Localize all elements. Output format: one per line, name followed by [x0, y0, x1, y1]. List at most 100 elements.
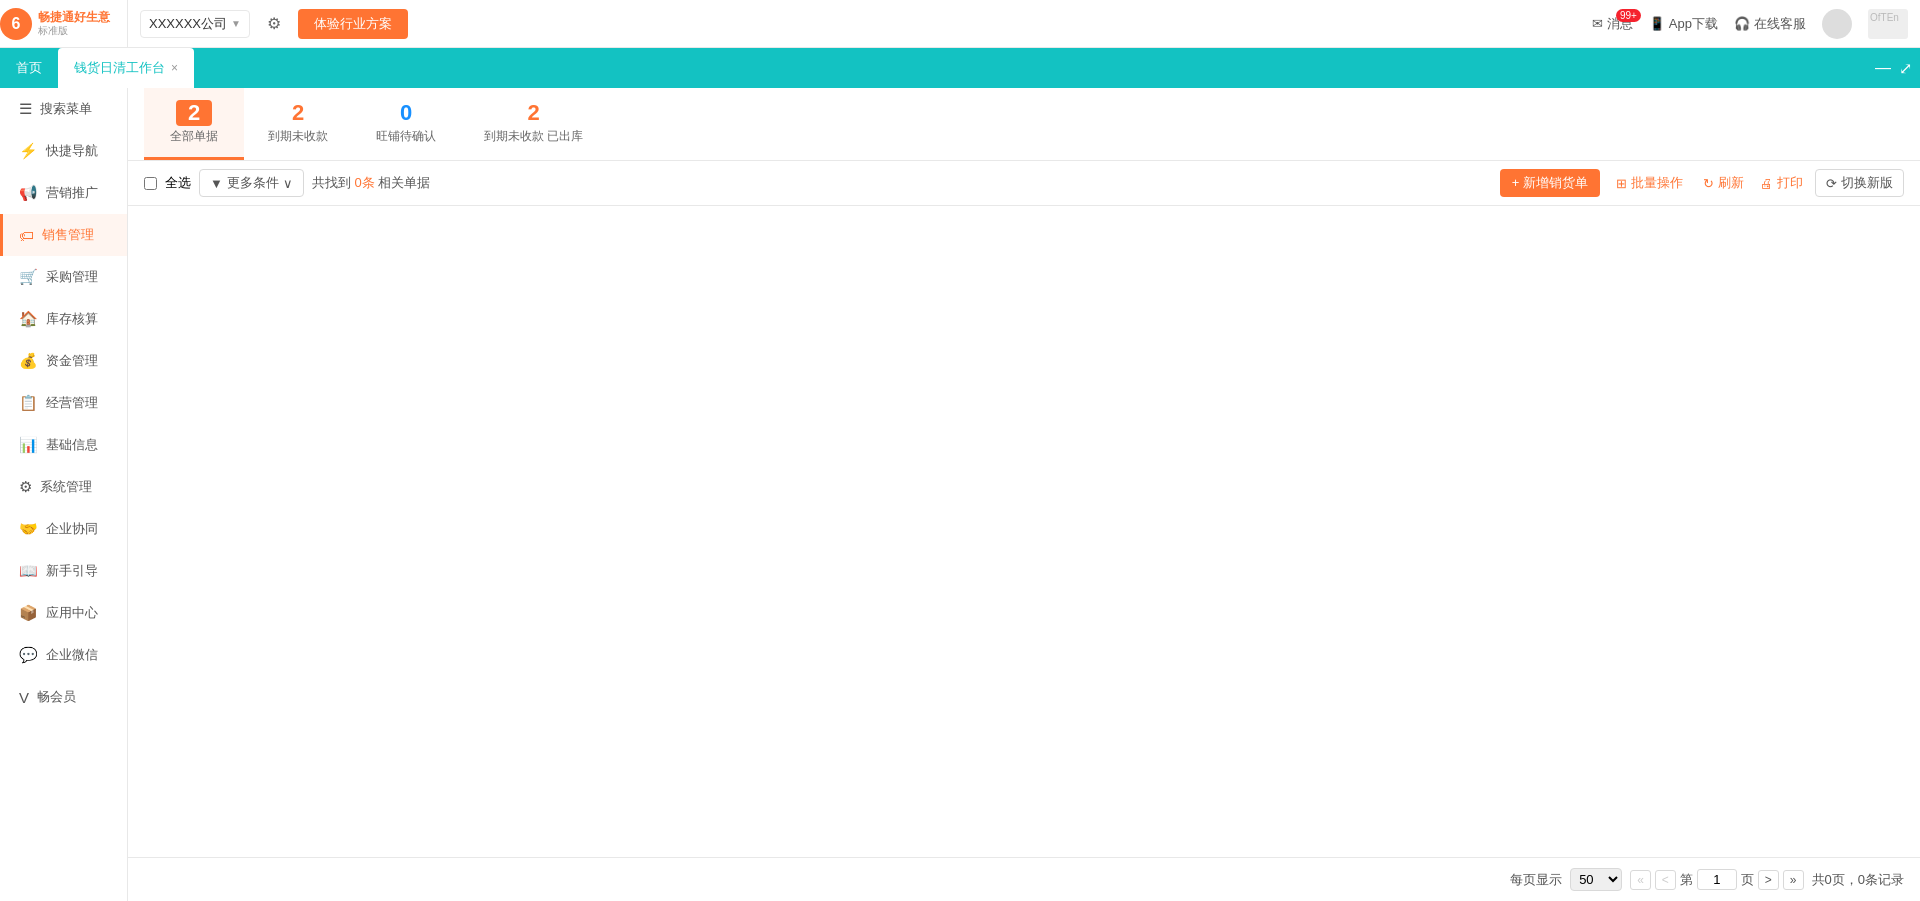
- sidebar-item-enterprise[interactable]: 🤝 企业协同: [0, 508, 127, 550]
- stat-num-wangpu: 0: [388, 100, 424, 126]
- per-page-select[interactable]: 50 20 100: [1570, 868, 1622, 891]
- current-page-input[interactable]: [1697, 869, 1737, 890]
- quicknav-icon: ⚡: [19, 142, 38, 160]
- select-all-label: 全选: [165, 174, 191, 192]
- close-tab-icon[interactable]: ×: [171, 61, 178, 75]
- sidebar: ☰ 搜索菜单 ⚡ 快捷导航 📢 营销推广 🏷 销售管理 🛒 采购管理 🏠 库存核…: [0, 88, 128, 901]
- sidebar-item-label: 经营管理: [46, 394, 98, 412]
- sidebar-item-marketing[interactable]: 📢 营销推广: [0, 172, 127, 214]
- select-all-checkbox[interactable]: [144, 177, 157, 190]
- sidebar-item-operations[interactable]: 📋 经营管理: [0, 382, 127, 424]
- refresh-button[interactable]: ↻ 刷新: [1699, 170, 1748, 196]
- page-suffix: 页: [1741, 871, 1754, 889]
- found-prefix: 共找到: [312, 175, 351, 190]
- tab-bar: 首页 钱货日清工作台 × — ⤢: [0, 48, 1920, 88]
- next-page-button[interactable]: >: [1758, 870, 1779, 890]
- stat-tab-wangpu[interactable]: 0 旺铺待确认: [352, 88, 460, 160]
- message-icon: ✉: [1592, 16, 1603, 31]
- stat-tab-overdue-shipped[interactable]: 2 到期未收款 已出库: [460, 88, 607, 160]
- sidebar-item-member[interactable]: V 畅会员: [0, 676, 127, 718]
- purchase-icon: 🛒: [19, 268, 38, 286]
- toolbar: 全选 ▼ 更多条件 ∨ 共找到 0条 相关单据 + 新增销货单 ⊞ 批量操作: [128, 161, 1920, 206]
- first-page-button[interactable]: «: [1630, 870, 1651, 890]
- page-nav: « < 第 页 > »: [1630, 869, 1803, 890]
- toolbar-right: + 新增销货单 ⊞ 批量操作 ↻ 刷新 🖨 打印 ⟳ 切换新版: [1500, 169, 1904, 197]
- found-text: 共找到 0条 相关单据: [312, 174, 430, 192]
- switch-label: 切换新版: [1841, 174, 1893, 192]
- online-service-btn[interactable]: 🎧 在线客服: [1734, 15, 1806, 33]
- inventory-icon: 🏠: [19, 310, 38, 328]
- sidebar-item-system[interactable]: ⚙ 系统管理: [0, 466, 127, 508]
- member-icon: V: [19, 689, 29, 706]
- sales-icon: 🏷: [19, 227, 34, 244]
- sidebar-item-label: 系统管理: [40, 478, 92, 496]
- stat-tab-overdue[interactable]: 2 到期未收款: [244, 88, 352, 160]
- prev-page-button[interactable]: <: [1655, 870, 1676, 890]
- sidebar-item-label: 资金管理: [46, 352, 98, 370]
- company-selector[interactable]: XXXXXX公司 ▼: [140, 10, 250, 38]
- sidebar-item-inventory[interactable]: 🏠 库存核算: [0, 298, 127, 340]
- company-name: XXXXXX公司: [149, 15, 227, 33]
- page-prefix: 第: [1680, 871, 1693, 889]
- messages-btn[interactable]: ✉ 消息 99+: [1592, 15, 1633, 33]
- batch-label: 批量操作: [1631, 174, 1683, 192]
- sidebar-item-purchase[interactable]: 🛒 采购管理: [0, 256, 127, 298]
- sidebar-item-guide[interactable]: 📖 新手引导: [0, 550, 127, 592]
- filter-dropdown-icon: ∨: [283, 176, 293, 191]
- basic-info-icon: 📊: [19, 436, 38, 454]
- stat-num-overdue: 2: [280, 100, 316, 126]
- logo-main-text: 畅捷通好生意: [38, 10, 110, 24]
- sidebar-item-label: 销售管理: [42, 226, 94, 244]
- print-button[interactable]: 🖨 打印: [1760, 174, 1803, 192]
- content-area: 2 全部单据 2 到期未收款 0 旺铺待确认 2 到期未收款 已出库 全选: [128, 88, 1920, 901]
- header-right: ✉ 消息 99+ 📱 App下载 🎧 在线客服 OfTEn: [1592, 9, 1908, 39]
- minimize-icon[interactable]: —: [1875, 59, 1891, 77]
- total-records: 共0页，0条记录: [1812, 871, 1904, 889]
- sidebar-item-quicknav[interactable]: ⚡ 快捷导航: [0, 130, 127, 172]
- batch-operation-button[interactable]: ⊞ 批量操作: [1612, 170, 1687, 196]
- company-dropdown-arrow: ▼: [231, 18, 241, 29]
- tab-workbench-label: 钱货日清工作台: [74, 59, 165, 77]
- operations-icon: 📋: [19, 394, 38, 412]
- sidebar-item-appstore[interactable]: 📦 应用中心: [0, 592, 127, 634]
- header-main: XXXXXX公司 ▼ ⚙ 体验行业方案 ✉ 消息 99+ 📱 App下载 🎧 在…: [128, 0, 1920, 48]
- app-download-btn[interactable]: 📱 App下载: [1649, 15, 1718, 33]
- last-page-button[interactable]: »: [1783, 870, 1804, 890]
- sidebar-item-basic-info[interactable]: 📊 基础信息: [0, 424, 127, 466]
- sidebar-item-label: 营销推广: [46, 184, 98, 202]
- stat-label-wangpu: 旺铺待确认: [376, 128, 436, 145]
- sidebar-item-finance[interactable]: 💰 资金管理: [0, 340, 127, 382]
- stat-tab-all[interactable]: 2 全部单据: [144, 88, 244, 160]
- app-icon: 📱: [1649, 16, 1665, 31]
- switch-version-button[interactable]: ⟳ 切换新版: [1815, 169, 1904, 197]
- stat-num-overdue-shipped: 2: [516, 100, 552, 126]
- sidebar-item-label: 快捷导航: [46, 142, 98, 160]
- tab-workbench[interactable]: 钱货日清工作台 ×: [58, 48, 194, 88]
- appstore-icon: 📦: [19, 604, 38, 622]
- refresh-label: 刷新: [1718, 174, 1744, 192]
- add-order-button[interactable]: + 新增销货单: [1500, 169, 1600, 197]
- sidebar-item-sales[interactable]: 🏷 销售管理: [0, 214, 127, 256]
- messages-badge: 99+: [1616, 9, 1641, 22]
- stat-label-overdue-shipped: 到期未收款 已出库: [484, 128, 583, 145]
- per-page-label: 每页显示: [1510, 871, 1562, 889]
- trial-button[interactable]: 体验行业方案: [298, 9, 408, 39]
- logo-icon: 6: [0, 8, 32, 40]
- sidebar-item-label: 新手引导: [46, 562, 98, 580]
- settings-button[interactable]: ⚙: [258, 8, 290, 40]
- maximize-icon[interactable]: ⤢: [1899, 59, 1912, 78]
- avatar[interactable]: [1822, 9, 1852, 39]
- found-count: 0条: [355, 175, 375, 190]
- empty-state: [128, 206, 1920, 857]
- found-suffix: 相关单据: [378, 175, 430, 190]
- wechat-icon: 💬: [19, 646, 38, 664]
- filter-icon: ▼: [210, 176, 223, 191]
- tab-home[interactable]: 首页: [0, 48, 58, 88]
- sidebar-item-label: 搜索菜单: [40, 100, 92, 118]
- sidebar-item-wechat[interactable]: 💬 企业微信: [0, 634, 127, 676]
- online-service-label: 在线客服: [1754, 15, 1806, 33]
- sidebar-item-search[interactable]: ☰ 搜索菜单: [0, 88, 127, 130]
- filter-button[interactable]: ▼ 更多条件 ∨: [199, 169, 304, 197]
- print-icon: 🖨: [1760, 176, 1773, 191]
- sidebar-item-label: 应用中心: [46, 604, 98, 622]
